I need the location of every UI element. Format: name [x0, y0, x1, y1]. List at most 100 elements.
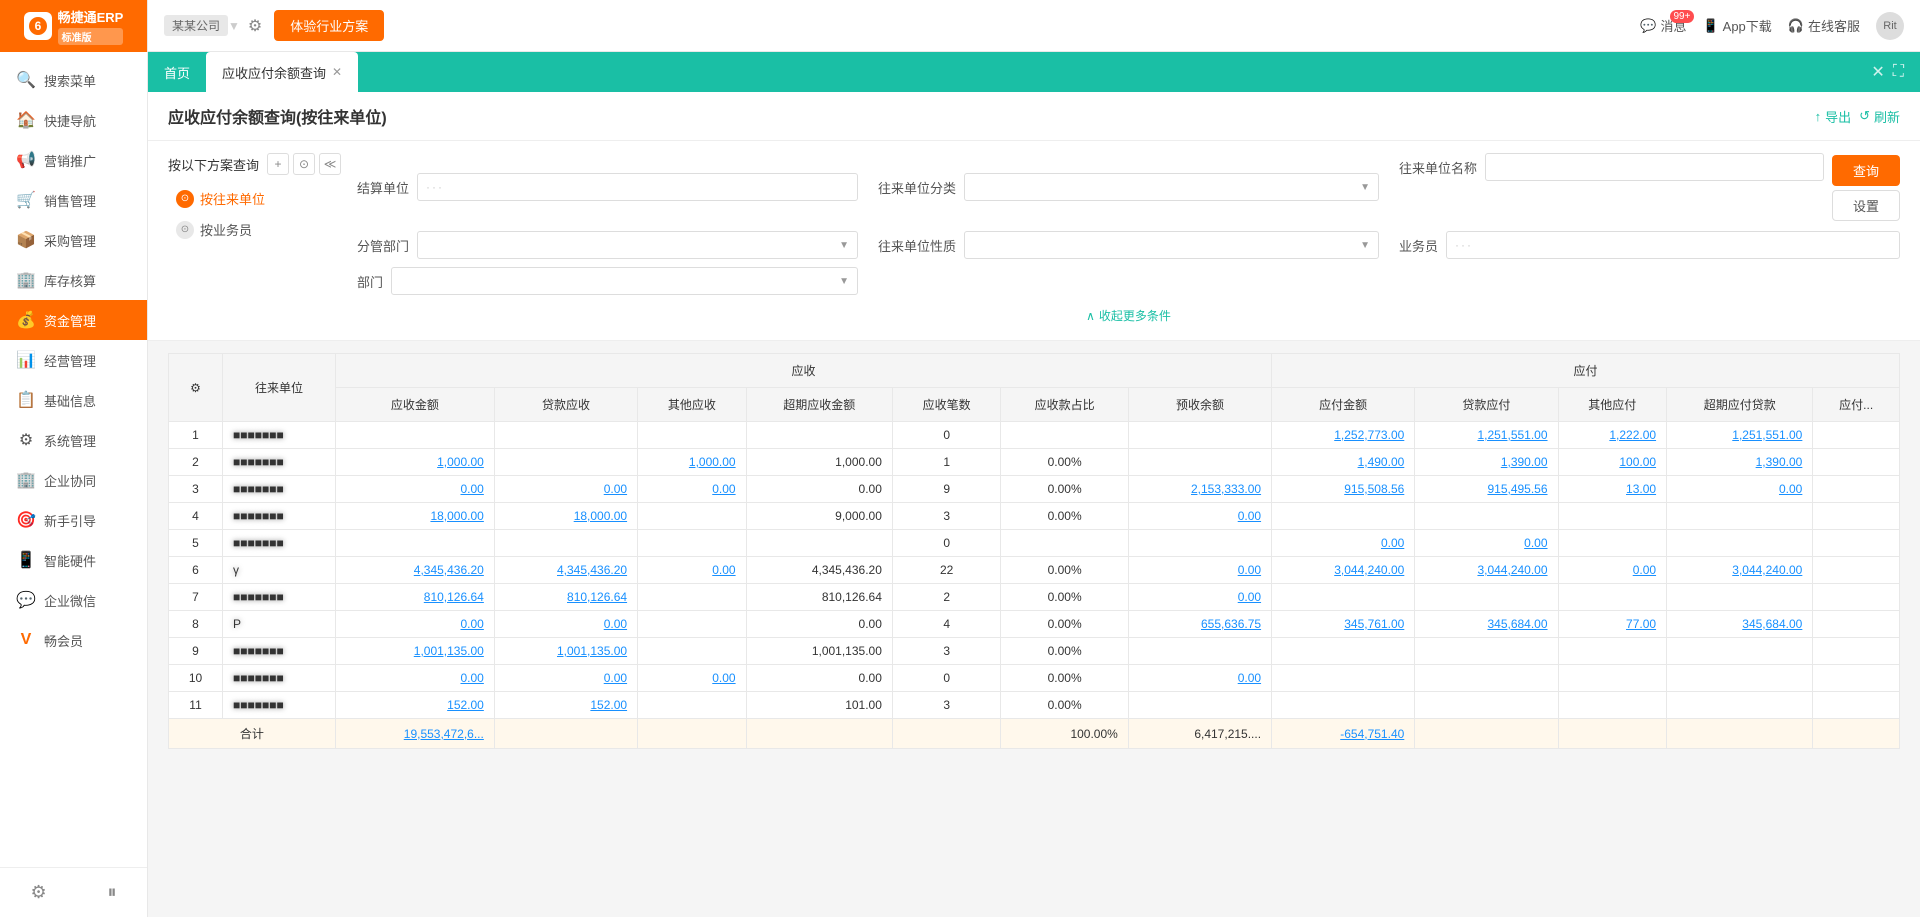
table-cell[interactable]: 0.00	[1667, 476, 1813, 503]
tab-bar-fullscreen-icon[interactable]: ⛶	[1893, 63, 1904, 81]
table-cell[interactable]: 1,000.00	[638, 449, 747, 476]
table-cell[interactable]: 1,390.00	[1667, 449, 1813, 476]
table-cell[interactable]: 345,684.00	[1415, 611, 1558, 638]
sidebar-item-basic[interactable]: 📋 基础信息	[0, 380, 147, 420]
tab-bar-close-icon[interactable]: ✕	[1871, 62, 1884, 82]
table-cell[interactable]: 1,222.00	[1558, 422, 1667, 449]
table-cell[interactable]: 13.00	[1558, 476, 1667, 503]
table-cell[interactable]: 2,153,333.00	[1128, 476, 1271, 503]
filter-collapse-icon[interactable]: ≪	[319, 153, 341, 175]
table-cell[interactable]: 0.00	[638, 476, 747, 503]
table-cell[interactable]: 1,252,773.00	[1272, 422, 1415, 449]
table-cell[interactable]: 152.00	[494, 692, 637, 719]
unit-nature-input[interactable]: ▼	[964, 231, 1379, 259]
sidebar-item-inventory[interactable]: 🏢 库存核算	[0, 260, 147, 300]
table-cell[interactable]: 345,684.00	[1667, 611, 1813, 638]
sidebar-item-system[interactable]: ⚙ 系统管理	[0, 420, 147, 460]
sidebar-item-wechat[interactable]: 💬 企业微信	[0, 580, 147, 620]
filter-add-icon[interactable]: +	[267, 153, 289, 175]
refresh-button[interactable]: ↺ 刷新	[1859, 107, 1900, 126]
unit-name-input[interactable]	[1485, 153, 1824, 181]
sidebar-item-operations[interactable]: 📊 经营管理	[0, 340, 147, 380]
sidebar-item-guide[interactable]: 🎯 新手引导	[0, 500, 147, 540]
tab-balance[interactable]: 应收应付余额查询 ✕	[206, 52, 358, 92]
table-cell[interactable]: 0.00	[494, 611, 637, 638]
settlement-input[interactable]: ···	[417, 173, 858, 201]
unit-category-input[interactable]: ▼	[964, 173, 1379, 201]
table-cell[interactable]: 0.00	[638, 665, 747, 692]
table-cell[interactable]: 915,495.56	[1415, 476, 1558, 503]
sidebar-item-search[interactable]: 🔍 搜索菜单	[0, 60, 147, 100]
table-cell[interactable]: 1,490.00	[1272, 449, 1415, 476]
table-cell[interactable]: 345,761.00	[1272, 611, 1415, 638]
table-cell[interactable]: 0.00	[1272, 530, 1415, 557]
table-cell[interactable]: 0.00	[1128, 503, 1271, 530]
query-button[interactable]: 查询	[1832, 155, 1900, 186]
settings-gear-icon[interactable]: ⚙	[248, 16, 262, 36]
salesperson-input[interactable]: ···	[1446, 231, 1900, 259]
table-cell[interactable]: 3,044,240.00	[1667, 557, 1813, 584]
footer-collapse-icon[interactable]: ⏸	[100, 878, 125, 907]
table-cell[interactable]: 18,000.00	[335, 503, 494, 530]
footer-ar-amount[interactable]: 19,553,472,6...	[335, 719, 494, 749]
table-cell[interactable]: 18,000.00	[494, 503, 637, 530]
table-cell[interactable]: 0.00	[1128, 584, 1271, 611]
sidebar-item-member[interactable]: V 畅会员	[0, 620, 147, 660]
sidebar-item-hardware[interactable]: 📱 智能硬件	[0, 540, 147, 580]
sidebar-item-sales[interactable]: 🛒 销售管理	[0, 180, 147, 220]
table-cell[interactable]: 1,251,551.00	[1415, 422, 1558, 449]
tab-home[interactable]: 首页	[148, 52, 206, 92]
table-cell[interactable]: 0.00	[638, 557, 747, 584]
table-cell[interactable]: 4,345,436.20	[494, 557, 637, 584]
app-download-button[interactable]: 📱 App下载	[1702, 16, 1771, 35]
table-settings-col[interactable]: ⚙	[169, 354, 223, 422]
sidebar-item-finance[interactable]: 💰 资金管理	[0, 300, 147, 340]
table-cell[interactable]: 0.00	[1128, 557, 1271, 584]
table-cell[interactable]: 810,126.64	[335, 584, 494, 611]
table-cell[interactable]: 1,390.00	[1415, 449, 1558, 476]
table-cell[interactable]: 3,044,240.00	[1415, 557, 1558, 584]
filter-nav-by-unit[interactable]: ⊙ 按往来单位	[168, 185, 341, 212]
collapse-button[interactable]: ∧ 收起更多条件	[357, 303, 1900, 328]
table-cell[interactable]: 915,508.56	[1272, 476, 1415, 503]
table-cell[interactable]: 0.00	[494, 476, 637, 503]
table-cell[interactable]: 655,636.75	[1128, 611, 1271, 638]
table-cell[interactable]: 4,345,436.20	[335, 557, 494, 584]
sidebar-item-enterprise[interactable]: 🏢 企业协同	[0, 460, 147, 500]
table-container[interactable]: ⚙ 往来单位 应收 应付 应收金额 贷款应收 其他应收 超期应收金额 应收笔数 …	[148, 341, 1920, 917]
table-cell[interactable]: 152.00	[335, 692, 494, 719]
table-cell[interactable]: 0.00	[1128, 665, 1271, 692]
table-cell[interactable]: 0.00	[335, 476, 494, 503]
table-cell[interactable]: 100.00	[1558, 449, 1667, 476]
dept2-input[interactable]: ▼	[391, 267, 858, 295]
tab-close-icon[interactable]: ✕	[332, 65, 342, 79]
system-icon: ⚙	[16, 430, 36, 450]
filter-nav-by-staff[interactable]: ⊙ 按业务员	[168, 216, 341, 243]
table-cell[interactable]: 1,251,551.00	[1667, 422, 1813, 449]
table-cell[interactable]: 0.00	[494, 665, 637, 692]
table-cell[interactable]: 0.00	[335, 611, 494, 638]
table-cell[interactable]: 77.00	[1558, 611, 1667, 638]
footer-settings-icon[interactable]: ⚙	[22, 878, 54, 907]
table-cell[interactable]: 1,000.00	[335, 449, 494, 476]
table-cell[interactable]: 0.00	[1558, 557, 1667, 584]
table-cell[interactable]: 1,001,135.00	[335, 638, 494, 665]
dept-input[interactable]: ▼	[417, 231, 858, 259]
table-cell[interactable]: 0.00	[1415, 530, 1558, 557]
sidebar-item-purchase[interactable]: 📦 采购管理	[0, 220, 147, 260]
sidebar-item-marketing[interactable]: 📢 营销推广	[0, 140, 147, 180]
export-button[interactable]: ↑ 导出	[1815, 107, 1852, 126]
filter-settings-icon[interactable]: ⊙	[293, 153, 315, 175]
message-button[interactable]: 💬 消息 99+	[1640, 16, 1686, 35]
online-service-button[interactable]: 🎧 在线客服	[1788, 16, 1860, 35]
table-cell[interactable]: 810,126.64	[494, 584, 637, 611]
sidebar-item-quicknav[interactable]: 🏠 快捷导航	[0, 100, 147, 140]
table-cell[interactable]: 3,044,240.00	[1272, 557, 1415, 584]
footer-ap-amount[interactable]: -654,751.40	[1272, 719, 1415, 749]
settings-button[interactable]: 设置	[1832, 190, 1900, 221]
table-cell[interactable]: 1,001,135.00	[494, 638, 637, 665]
app-label: App下载	[1723, 16, 1772, 35]
solution-button[interactable]: 体验行业方案	[274, 10, 384, 41]
user-avatar-button[interactable]: Rit	[1876, 12, 1904, 40]
table-cell[interactable]: 0.00	[335, 665, 494, 692]
